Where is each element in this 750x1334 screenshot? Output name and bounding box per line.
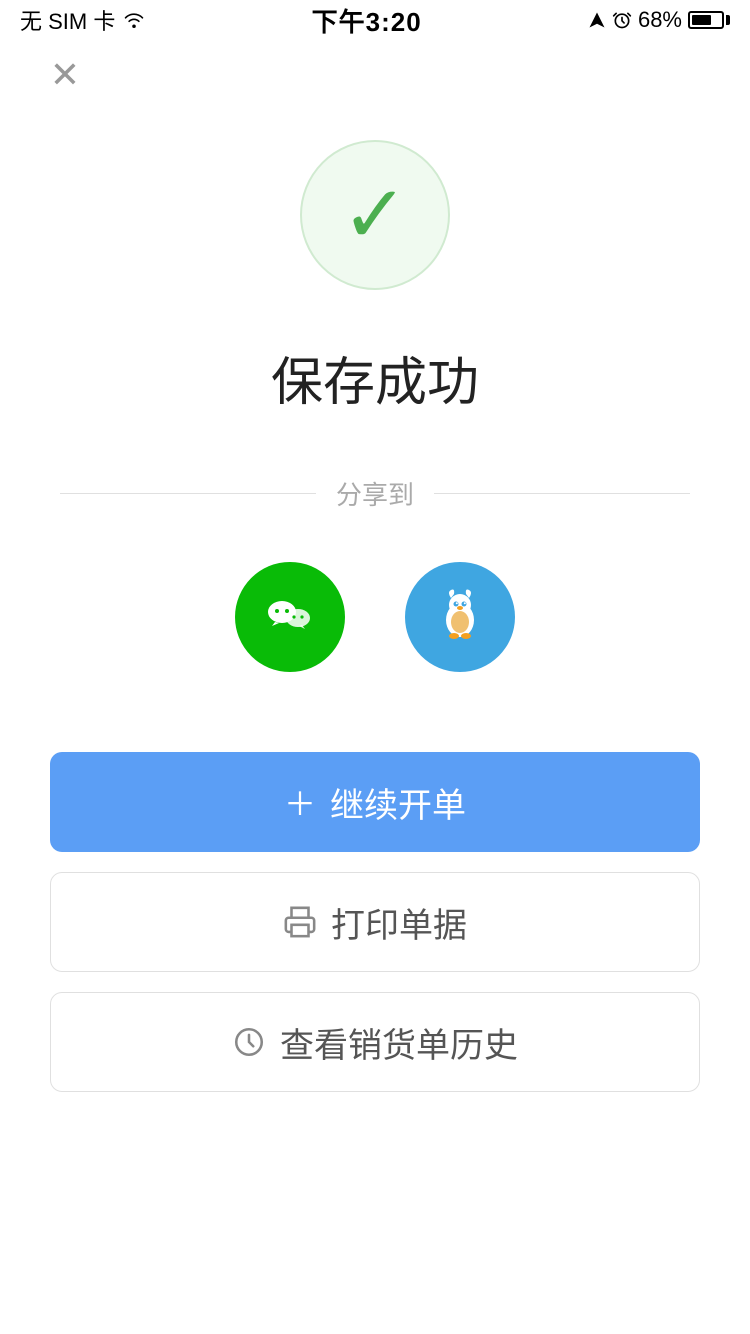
battery-percent: 68%: [638, 7, 682, 33]
action-buttons: ＋ 继续开单 打印单据 查看销货单历史: [0, 752, 750, 1092]
print-label: 打印单据: [331, 898, 467, 947]
print-button[interactable]: 打印单据: [50, 872, 700, 972]
history-button[interactable]: 查看销货单历史: [50, 992, 700, 1092]
continue-label: 继续开单: [330, 778, 466, 827]
success-circle: ✓: [300, 140, 450, 290]
status-time: 下午3:20: [312, 2, 422, 39]
qq-share-button[interactable]: [405, 562, 515, 672]
plus-icon: ＋: [284, 779, 316, 825]
main-content: ✓ 保存成功 分享到: [0, 40, 750, 1092]
status-bar: 无 SIM 卡 下午3:20 68%: [0, 0, 750, 40]
status-left: 无 SIM 卡: [20, 4, 145, 36]
battery-icon: [688, 11, 730, 29]
share-label: 分享到: [316, 475, 434, 512]
close-icon: ✕: [50, 57, 80, 93]
history-icon: [232, 1025, 266, 1059]
wechat-share-button[interactable]: [235, 562, 345, 672]
location-icon: [588, 11, 606, 29]
wifi-icon: [123, 12, 145, 28]
qq-icon: [429, 586, 491, 648]
continue-button[interactable]: ＋ 继续开单: [50, 752, 700, 852]
alarm-icon: [612, 10, 632, 30]
printer-icon: [283, 905, 317, 939]
wechat-icon: [259, 586, 321, 648]
status-right: 68%: [588, 7, 730, 33]
share-icons: [235, 562, 515, 672]
divider-line-right: [434, 493, 690, 494]
divider-line-left: [60, 493, 316, 494]
share-divider: 分享到: [0, 475, 750, 512]
sim-status: 无 SIM 卡: [20, 4, 115, 36]
checkmark-icon: ✓: [341, 175, 408, 255]
history-label: 查看销货单历史: [280, 1018, 518, 1067]
close-button[interactable]: ✕: [40, 50, 90, 100]
success-title: 保存成功: [271, 340, 479, 415]
